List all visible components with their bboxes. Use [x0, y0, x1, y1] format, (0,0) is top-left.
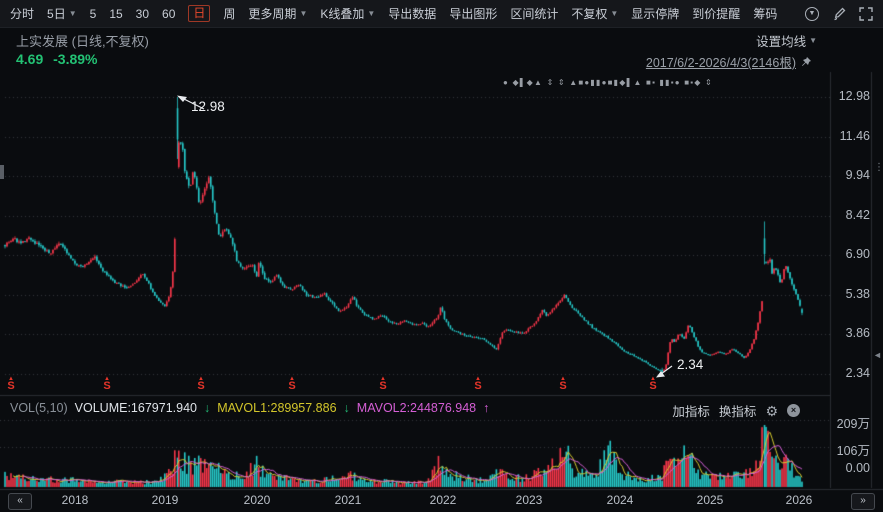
x-axis-year-label: 2018 — [62, 493, 89, 507]
stock-title: 上实发展 (日线,不复权) — [16, 31, 149, 50]
s-glyph: S — [4, 382, 18, 391]
draw-brush-icon[interactable] — [832, 7, 846, 21]
s-glyph: S — [556, 382, 570, 391]
price-axis-label: 6.90 — [832, 247, 870, 261]
toolbar-item-no-adjust[interactable]: 不复权▼ — [571, 5, 618, 22]
last-price: 4.69 — [16, 51, 43, 67]
price-axis-label: 8.42 — [832, 208, 870, 222]
x-axis-year-label: 2020 — [244, 493, 271, 507]
price-axis-label: 5.38 — [832, 287, 870, 301]
chevron-down-icon: ▼ — [809, 36, 817, 45]
collapse-toolbar-icon[interactable]: ▼ — [805, 7, 819, 21]
mavol1-down-arrow-icon: ↓ — [344, 401, 350, 415]
gear-icon[interactable]: ⚙ — [765, 404, 778, 418]
x-axis-year-label: 2022 — [430, 493, 457, 507]
price-axis-label: 12.98 — [832, 89, 870, 103]
toolbar-item-export-data[interactable]: 导出数据 — [388, 5, 436, 22]
toolbar-item-60[interactable]: 60 — [162, 7, 175, 21]
x-axis-year-label: 2019 — [152, 493, 179, 507]
volume-value: VOLUME:167971.940 — [75, 401, 197, 415]
ma-settings-button[interactable]: 设置均线 ▼ — [756, 31, 817, 50]
pin-icon[interactable] — [800, 56, 812, 68]
volume-indicator-header: VOL(5,10) VOLUME:167971.940 ↓ MAVOL1:289… — [10, 401, 489, 415]
toolbar-item-kline-overlay[interactable]: K线叠加▼ — [320, 5, 375, 22]
mavol2-up-arrow-icon: ↑ — [483, 401, 489, 415]
toolbar-item-5d[interactable]: 5日▼ — [47, 5, 77, 22]
x-axis-year-label: 2023 — [516, 493, 543, 507]
s-glyph: S — [471, 382, 485, 391]
s-glyph: S — [100, 382, 114, 391]
mavol2-value: MAVOL2:244876.948 — [357, 401, 476, 415]
volume-axis-label: 106万 — [826, 440, 870, 459]
x-axis-year-label: 2021 — [335, 493, 362, 507]
toolbar: 分时 5日▼ 5 15 30 60 日周更多周期▼ K线叠加▼ 导出数据导出图形区间统计不复权▼… — [0, 0, 883, 28]
scroll-left-button[interactable]: « — [8, 493, 32, 510]
mavol1-value: MAVOL1:289957.886 — [217, 401, 336, 415]
vol-indicator-name[interactable]: VOL(5,10) — [10, 401, 68, 415]
toolbar-item-week[interactable]: 周 — [223, 5, 235, 22]
ex-dividend-marker[interactable]: ▲S — [100, 377, 114, 391]
toolbar-item-range-stat[interactable]: 区间统计 — [510, 5, 558, 22]
volume-axis-label: 0.00 — [826, 461, 870, 475]
chevron-down-icon: ▼ — [299, 9, 307, 18]
s-glyph: S — [376, 382, 390, 391]
price-axis-label: 9.94 — [832, 168, 870, 182]
toolbar-icon-group: ▼ — [805, 7, 873, 21]
date-range-link[interactable]: 2017/6/2-2026/4/3(2146根) — [646, 52, 796, 71]
toolbar-item-15[interactable]: 15 — [109, 7, 122, 21]
ex-dividend-marker[interactable]: ▲S — [646, 377, 660, 391]
toolbar-item-price-alert[interactable]: 到价提醒 — [692, 5, 740, 22]
add-indicator-button[interactable]: 加指标 — [672, 401, 710, 420]
s-glyph: S — [646, 382, 660, 391]
toolbar-item-fenshi[interactable]: 分时 — [10, 5, 34, 22]
ex-dividend-marker[interactable]: ▲S — [471, 377, 485, 391]
toolbar-item-more-period[interactable]: 更多周期▼ — [248, 5, 307, 22]
price-axis-label: 2.34 — [832, 366, 870, 380]
low-annotation: 2.34 — [677, 357, 703, 372]
price-axis-label: 11.46 — [832, 129, 870, 143]
pane-resize-handle-icon[interactable]: ⋮ — [874, 162, 883, 173]
change-percent: -3.89% — [53, 51, 97, 67]
ma-settings-label: 设置均线 — [756, 31, 806, 50]
ex-dividend-marker[interactable]: ▲S — [4, 377, 18, 391]
volume-down-arrow-icon: ↓ — [204, 401, 210, 415]
event-markers-strip[interactable]: ● ◆▌◆▲ ⇕ ⇕ ▲■●▮▮●■▮◆▌▲ ■▪ ▮▮▪● ■▪◆ ⇕ — [503, 78, 825, 87]
ex-dividend-marker[interactable]: ▲S — [285, 377, 299, 391]
chevron-down-icon: ▼ — [610, 9, 618, 18]
ex-dividend-marker[interactable]: ▲S — [194, 377, 208, 391]
x-axis-year-label: 2025 — [697, 493, 724, 507]
chevron-down-icon: ▼ — [367, 9, 375, 18]
toolbar-item-5[interactable]: 5 — [90, 7, 97, 21]
toolbar-item-chips[interactable]: 筹码 — [753, 5, 777, 22]
volume-pane-tools: 加指标 换指标 ⚙ × — [672, 401, 800, 420]
pane-collapse-arrow-icon[interactable]: ◄ — [873, 350, 882, 360]
switch-indicator-button[interactable]: 换指标 — [719, 401, 757, 420]
x-axis-year-label: 2026 — [786, 493, 813, 507]
toolbar-item-day[interactable]: 日 — [188, 5, 210, 22]
left-pane-grip[interactable] — [0, 165, 4, 179]
price-axis-label: 3.86 — [832, 326, 870, 340]
toolbar-item-30[interactable]: 30 — [136, 7, 149, 21]
stock-chart-app: 分时 5日▼ 5 15 30 60 日周更多周期▼ K线叠加▼ 导出数据导出图形区间统计不复权▼… — [0, 0, 883, 512]
x-axis-year-label: 2024 — [607, 493, 634, 507]
s-glyph: S — [194, 382, 208, 391]
toolbar-item-show-suspend[interactable]: 显示停牌 — [631, 5, 679, 22]
high-annotation: 12.98 — [191, 99, 225, 114]
volume-axis-label: 209万 — [826, 413, 870, 432]
s-glyph: S — [285, 382, 299, 391]
close-pane-icon[interactable]: × — [787, 404, 800, 417]
scroll-right-button[interactable]: » — [851, 493, 875, 510]
chevron-down-icon: ▼ — [69, 9, 77, 18]
chart-canvas[interactable] — [0, 0, 883, 512]
ex-dividend-marker[interactable]: ▲S — [376, 377, 390, 391]
visible-range: 2017/6/2-2026/4/3(2146根) — [646, 52, 812, 71]
toolbar-item-export-image[interactable]: 导出图形 — [449, 5, 497, 22]
fullscreen-icon[interactable] — [859, 7, 873, 21]
last-price-and-change: 4.69 -3.89% — [16, 51, 98, 67]
ex-dividend-marker[interactable]: ▲S — [556, 377, 570, 391]
